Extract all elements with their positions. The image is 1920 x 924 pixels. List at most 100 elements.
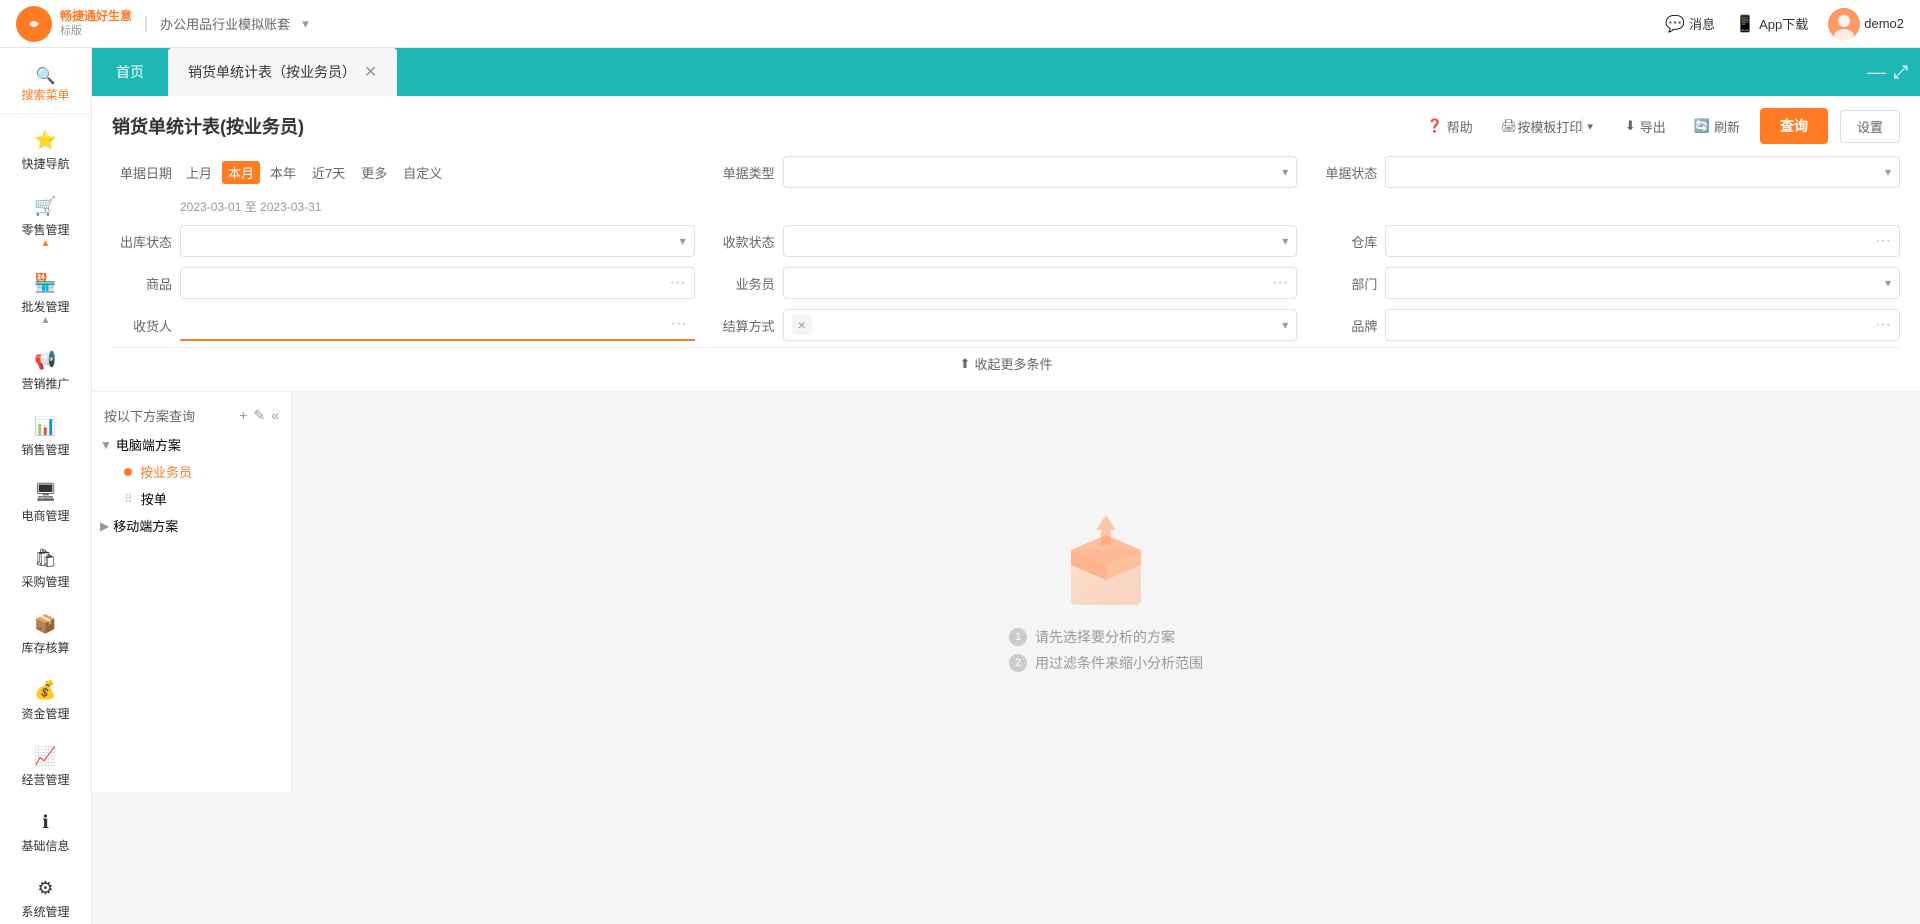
sidebar: 🔍 搜索菜单 ⭐ 快捷导航 🛒 零售管理 ▲ 🏪 批发管理 ▲ 📢 营销推广 📊… (0, 48, 92, 924)
sales-icon: 📊 (34, 416, 56, 437)
export-icon: ⬇ (1625, 118, 1636, 134)
sidebar-item-sales[interactable]: 📊 销售管理 (6, 406, 85, 468)
tab-active[interactable]: 销货单统计表（按业务员） ✕ (168, 48, 397, 96)
sidebar-item-system[interactable]: ⚙ 系统管理 (6, 868, 85, 924)
brand-label: 品牌 (1317, 316, 1377, 335)
wholesale-icon: 🏪 (34, 273, 56, 294)
avatar (1828, 8, 1860, 40)
sidebar-item-retail[interactable]: 🛒 零售管理 ▲ (6, 186, 85, 259)
page-header: 销货单统计表(按业务员) ❓ 帮助 🖨 按模板打印 ▾ ⬇ 导出 (92, 96, 1920, 144)
tree-node-salesperson[interactable]: 按业务员 (116, 458, 291, 485)
sidebar-item-wholesale[interactable]: 🏪 批发管理 ▲ (6, 263, 85, 336)
user-area[interactable]: demo2 (1828, 8, 1904, 40)
payment-method-label: 结算方式 (715, 316, 775, 335)
brand-dots-icon: ··· (1875, 316, 1891, 334)
consignee-input[interactable]: ··· (180, 309, 695, 341)
payment-method-chevron: ▾ (1282, 318, 1288, 332)
logo-text: 畅捷通好生意 标版 (60, 9, 132, 39)
date-tab-this-month[interactable]: 本月 (222, 161, 260, 184)
department-select[interactable]: ▾ (1385, 267, 1900, 299)
message-icon: 💬 (1665, 14, 1685, 34)
query-button[interactable]: 查询 (1760, 108, 1828, 144)
out-status-field: 出库状态 ▾ (112, 225, 695, 257)
receipt-status-chevron: ▾ (1282, 234, 1288, 248)
doc-status-select[interactable]: ▾ (1385, 156, 1900, 188)
doc-type-chevron: ▾ (1282, 165, 1288, 179)
search-menu-button[interactable]: 🔍 搜索菜单 (0, 56, 91, 114)
out-status-chevron: ▾ (680, 234, 686, 248)
sidebar-item-marketing[interactable]: 📢 营销推广 (6, 340, 85, 402)
page-title: 销货单统计表(按业务员) (112, 113, 304, 139)
left-panel-actions: + ✎ « (239, 407, 279, 424)
tab-close-icon[interactable]: ✕ (364, 62, 377, 82)
print-arrow-icon[interactable]: ▾ (1582, 116, 1597, 137)
tab-home[interactable]: 首页 (92, 48, 168, 96)
date-tab-custom[interactable]: 自定义 (397, 161, 448, 184)
sidebar-item-purchase[interactable]: 🛍 采购管理 (6, 538, 85, 600)
payment-method-select[interactable]: × ▾ (783, 309, 1298, 341)
maximize-icon[interactable]: ⤢ (1894, 62, 1908, 83)
department-chevron: ▾ (1885, 276, 1891, 290)
product-dots-icon: ··· (670, 274, 686, 292)
tree-desktop-children: 按业务员 ⠿ 按单 (92, 458, 291, 512)
collapse-panel-button[interactable]: « (271, 407, 279, 424)
left-panel: 按以下方案查询 + ✎ « ▼ 电脑端方案 (92, 392, 292, 792)
settings-button[interactable]: 设置 (1840, 110, 1900, 143)
brand-input[interactable]: ··· (1385, 309, 1900, 341)
main-container: 🔍 搜索菜单 ⭐ 快捷导航 🛒 零售管理 ▲ 🏪 批发管理 ▲ 📢 营销推广 📊… (0, 48, 1920, 924)
refresh-icon: 🔄 (1694, 118, 1710, 134)
refresh-button[interactable]: 🔄 刷新 (1686, 113, 1748, 140)
help-button[interactable]: ❓ 帮助 (1419, 113, 1481, 140)
warehouse-input[interactable]: ··· (1385, 225, 1900, 257)
sidebar-item-basic[interactable]: ℹ 基础信息 (6, 802, 85, 864)
breadcrumb: 办公用品行业模拟账套 (160, 14, 290, 33)
consignee-label: 收货人 (112, 316, 172, 335)
print-button[interactable]: 🖨 按模板打印 ▾ (1493, 112, 1605, 141)
empty-step-2: 2 用过滤条件来缩小分析范围 (1009, 653, 1203, 673)
salesperson-input[interactable]: ··· (783, 267, 1298, 299)
collapse-filters-button[interactable]: ⬆ 收起更多条件 (112, 347, 1900, 379)
app-download-button[interactable]: 📱 App下载 (1735, 14, 1808, 34)
date-tab-7days[interactable]: 近7天 (306, 161, 351, 184)
minimize-icon[interactable]: — (1868, 62, 1886, 83)
tree-node-by-order[interactable]: ⠿ 按单 (116, 485, 291, 512)
receipt-status-select[interactable]: ▾ (783, 225, 1298, 257)
date-filter-field: 单据日期 上月 本月 本年 近7天 更多 自定义 (112, 161, 695, 184)
empty-steps-list: 1 请先选择要分析的方案 2 用过滤条件来缩小分析范围 (1009, 627, 1203, 679)
date-label: 单据日期 (112, 163, 172, 182)
payment-tag-close-icon[interactable]: × (798, 317, 806, 333)
sidebar-item-inventory[interactable]: 📦 库存核算 (6, 604, 85, 666)
sidebar-item-finance[interactable]: 💰 资金管理 (6, 670, 85, 732)
tree-expand-icon: ▼ (100, 438, 112, 452)
sidebar-item-ecommerce[interactable]: 🖥 电商管理 (6, 472, 85, 534)
sidebar-item-quick-nav[interactable]: ⭐ 快捷导航 (6, 120, 85, 182)
tab-bar: 首页 销货单统计表（按业务员） ✕ — ⤢ (92, 48, 1920, 96)
empty-step-1: 1 请先选择要分析的方案 (1009, 627, 1203, 647)
step-2-icon: 2 (1009, 654, 1027, 672)
sidebar-item-operations[interactable]: 📈 经营管理 (6, 736, 85, 798)
product-label: 商品 (112, 274, 172, 293)
inventory-icon: 📦 (34, 614, 56, 635)
main-data-area: 1 请先选择要分析的方案 2 用过滤条件来缩小分析范围 (292, 392, 1920, 792)
tree-desktop-node[interactable]: ▼ 电脑端方案 (92, 431, 291, 458)
payment-method-field: 结算方式 × ▾ (715, 309, 1298, 341)
tree-mobile-node[interactable]: ▶ 移动端方案 (92, 512, 291, 539)
date-tab-more[interactable]: 更多 (355, 161, 393, 184)
top-bar-left: 畅捷通好生意 标版 | 办公用品行业模拟账套 ▾ (16, 6, 309, 42)
doc-type-select[interactable]: ▾ (783, 156, 1298, 188)
date-tab-last-month[interactable]: 上月 (180, 161, 218, 184)
out-status-select[interactable]: ▾ (180, 225, 695, 257)
edit-scheme-button[interactable]: ✎ (253, 407, 265, 424)
salesperson-label: 业务员 (715, 274, 775, 293)
product-input[interactable]: ··· (180, 267, 695, 299)
breadcrumb-chevron[interactable]: ▾ (302, 16, 309, 32)
receipt-status-field: 收款状态 ▾ (715, 225, 1298, 257)
add-scheme-button[interactable]: + (239, 407, 247, 424)
salesperson-field: 业务员 ··· (715, 267, 1298, 299)
drag-icon: ⠿ (124, 492, 133, 506)
date-tabs-container: 上月 本月 本年 近7天 更多 自定义 (180, 161, 695, 184)
export-button[interactable]: ⬇ 导出 (1617, 113, 1674, 140)
message-button[interactable]: 💬 消息 (1665, 14, 1715, 34)
date-tab-this-year[interactable]: 本年 (264, 161, 302, 184)
left-panel-area: 按以下方案查询 + ✎ « ▼ 电脑端方案 (92, 392, 1920, 792)
